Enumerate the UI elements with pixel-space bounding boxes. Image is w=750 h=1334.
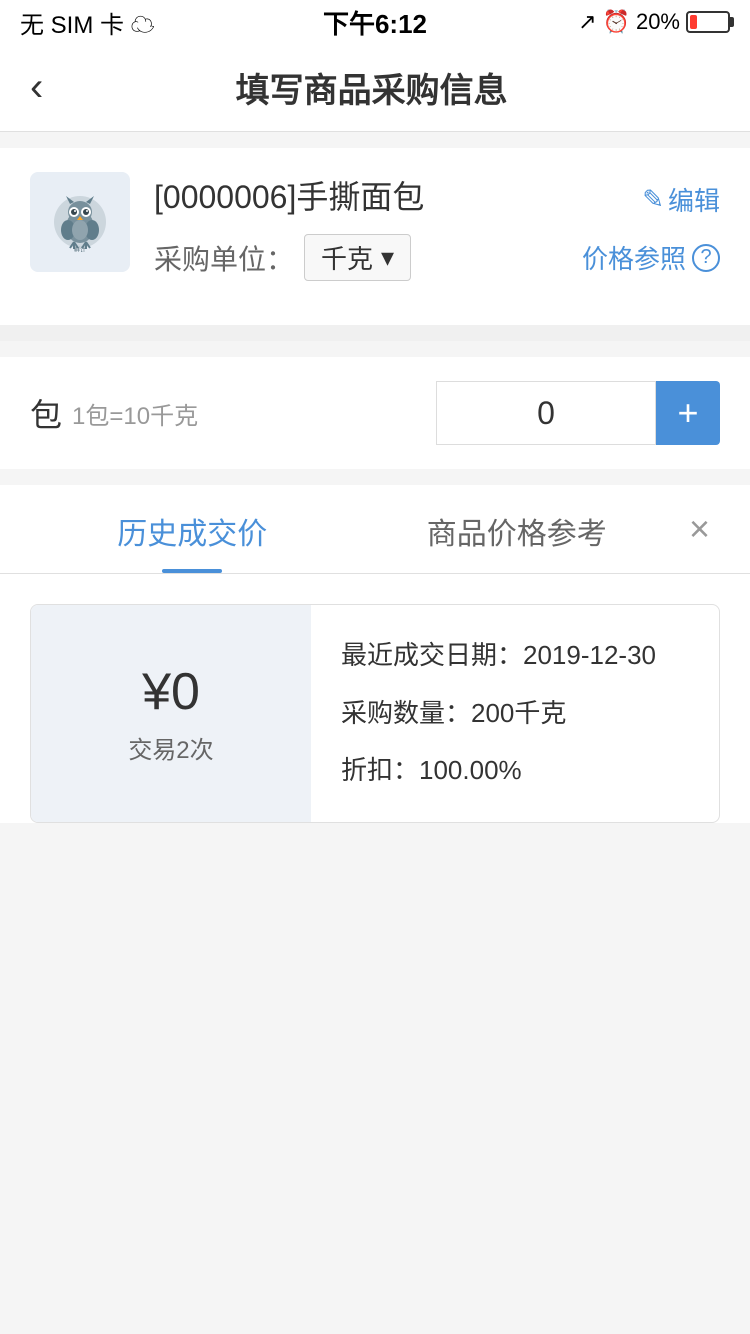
tab-history-price[interactable]: 历史成交价 (30, 485, 354, 573)
package-info: 1包=10千克 (72, 396, 198, 431)
product-unit-row: 采购单位： 千克 ▾ 价格参照 ? (154, 234, 720, 281)
price-reference-button[interactable]: 价格参照 ? (582, 239, 720, 276)
separator-1 (0, 325, 750, 341)
battery-icon (686, 11, 730, 33)
product-name: [0000006]手撕面包 (154, 172, 424, 218)
price-value: 0 (171, 663, 200, 721)
product-header: 鲜计 [0000006]手撕面包 ✎ 编辑 采购单位： 千克 ▾ (30, 172, 720, 281)
edit-icon: ✎ (642, 184, 664, 215)
price-ref-label: 价格参照 (582, 239, 686, 276)
price-amount: ¥0 (142, 662, 200, 722)
dropdown-arrow-icon: ▾ (381, 242, 394, 273)
status-time: 下午6:12 (323, 4, 427, 41)
tab-product-price-ref[interactable]: 商品价格参考 (354, 485, 678, 573)
quantity-label: 包 1包=10千克 (30, 390, 198, 436)
page-title: 填写商品采购信息 (63, 63, 680, 112)
discount-value: 100.00% (419, 755, 522, 785)
discount-label: 折扣： (341, 755, 419, 785)
sim-status: 无 SIM 卡 ☁ (20, 5, 155, 40)
package-label: 包 (30, 390, 62, 436)
tabs-close-button[interactable]: × (679, 508, 720, 550)
status-bar: 无 SIM 卡 ☁ 下午6:12 ↗ ⏰ 20% (0, 0, 750, 44)
location-icon: ↗ (578, 9, 596, 35)
info-icon: ? (692, 244, 720, 272)
quantity-controls: + (436, 381, 720, 445)
status-left: 无 SIM 卡 ☁ (20, 5, 155, 40)
quantity-row: 包 1包=10千克 + (0, 357, 750, 469)
product-image: 鲜计 (30, 172, 130, 272)
recent-date-label: 最近成交日期： (341, 640, 523, 670)
price-recent-date-row: 最近成交日期：2019-12-30 (341, 635, 689, 677)
status-right: ↗ ⏰ 20% (578, 9, 730, 35)
price-left: ¥0 交易2次 (31, 605, 311, 822)
price-card: ¥0 交易2次 最近成交日期：2019-12-30 采购数量：200千克 折扣：… (30, 604, 720, 823)
alarm-icon: ⏰ (603, 9, 630, 35)
tabs-container: 历史成交价 商品价格参考 × ¥0 交易2次 最近成交日期：2019-12-30… (0, 485, 750, 823)
unit-select-dropdown[interactable]: 千克 ▾ (304, 234, 411, 281)
price-discount-row: 折扣：100.00% (341, 750, 689, 792)
currency-symbol: ¥ (142, 663, 171, 721)
tabs-header: 历史成交价 商品价格参考 × (0, 485, 750, 574)
recent-date-value: 2019-12-30 (523, 640, 656, 670)
quantity-input[interactable] (436, 381, 656, 445)
quantity-plus-button[interactable]: + (656, 381, 720, 445)
nav-bar: ‹ 填写商品采购信息 (0, 44, 750, 132)
quantity-detail-label: 采购数量： (341, 698, 471, 728)
quantity-detail-value: 200千克 (471, 698, 566, 728)
price-transactions: 交易2次 (128, 730, 213, 765)
product-thumbnail: 鲜计 (50, 192, 110, 252)
price-quantity-row: 采购数量：200千克 (341, 693, 689, 735)
price-right: 最近成交日期：2019-12-30 采购数量：200千克 折扣：100.00% (311, 605, 719, 822)
product-info: [0000006]手撕面包 ✎ 编辑 采购单位： 千克 ▾ 价格参照 ? (154, 172, 720, 281)
back-button[interactable]: ‹ (30, 65, 43, 110)
product-card: 鲜计 [0000006]手撕面包 ✎ 编辑 采购单位： 千克 ▾ (0, 148, 750, 325)
battery-percent: 20% (636, 9, 680, 35)
unit-label: 采购单位： (154, 238, 294, 278)
unit-value: 千克 (321, 239, 373, 276)
edit-button[interactable]: ✎ 编辑 (642, 181, 720, 218)
